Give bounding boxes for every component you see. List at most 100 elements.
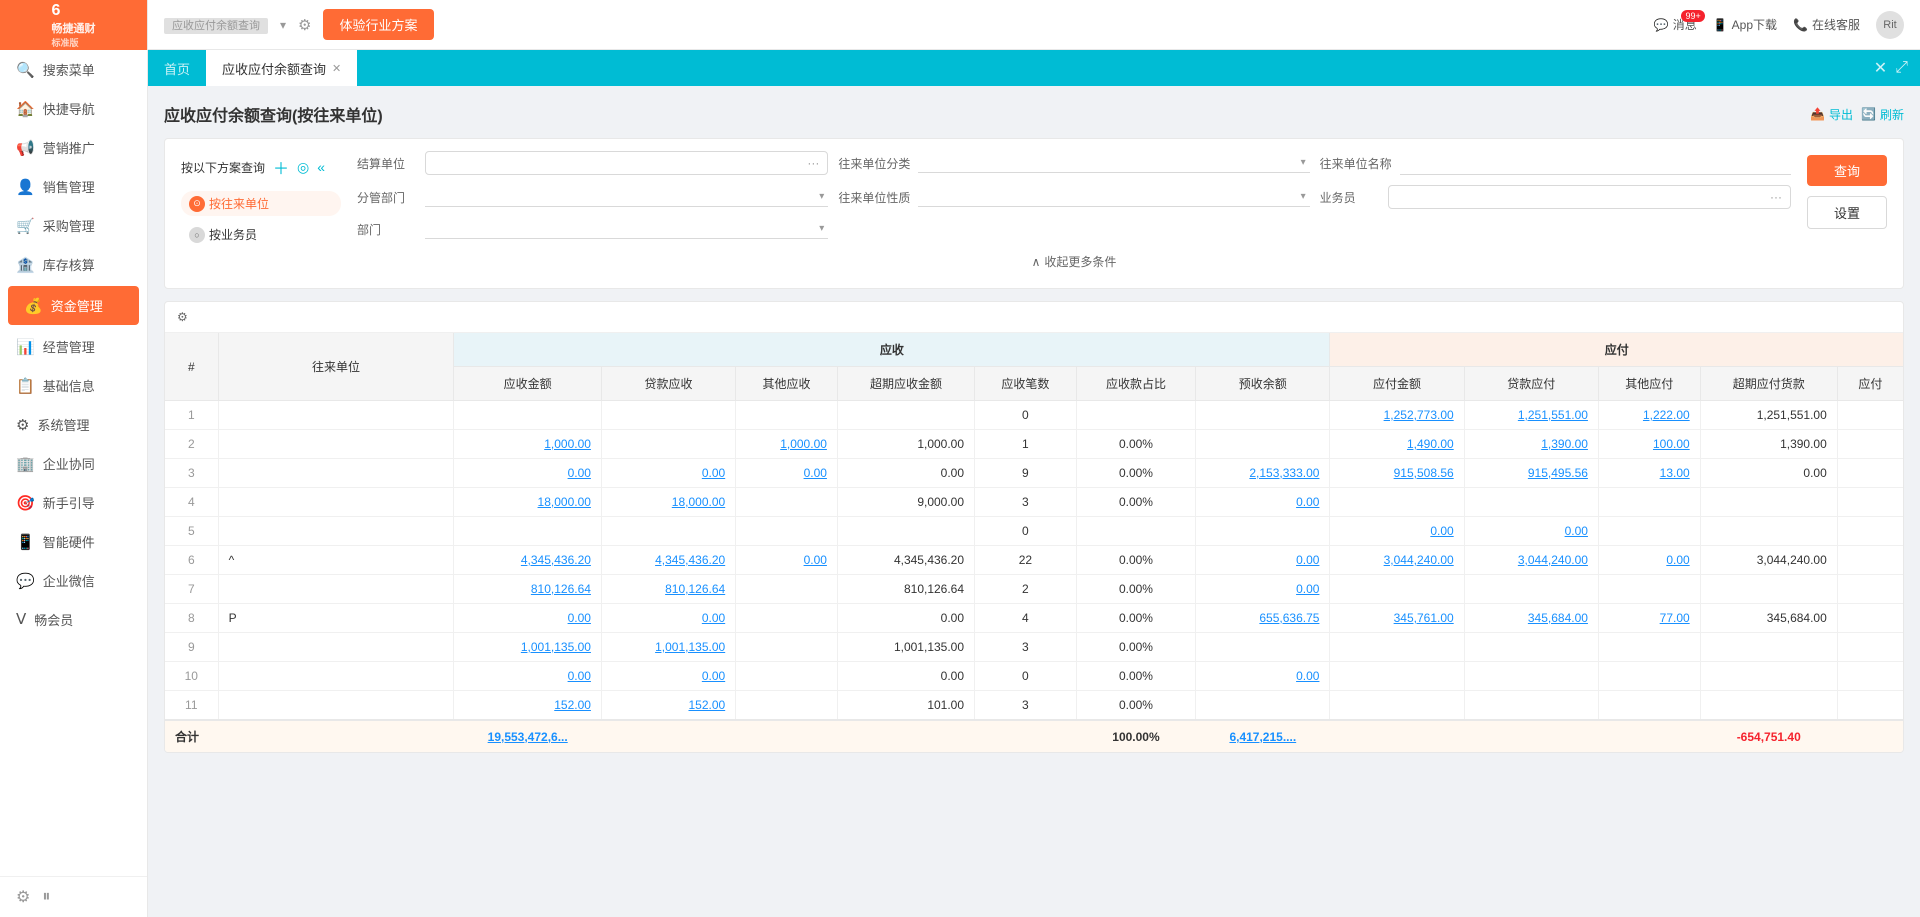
table-cell[interactable]: 152.00 [454, 691, 602, 721]
table-cell[interactable] [601, 517, 735, 546]
table-cell[interactable] [1464, 488, 1598, 517]
settings-button[interactable]: 设置 [1807, 196, 1887, 229]
filter-settings-icon[interactable]: ◎ [297, 159, 309, 176]
table-cell[interactable]: 18,000.00 [601, 488, 735, 517]
table-cell[interactable] [736, 517, 838, 546]
department-select[interactable]: ▾ [425, 219, 828, 239]
sidebar-item-inventory[interactable]: 🏦 库存核算 [0, 245, 147, 284]
user-avatar[interactable]: Rit [1876, 11, 1904, 39]
table-cell[interactable] [736, 575, 838, 604]
sidebar-item-quick-nav[interactable]: 🏠 快捷导航 [0, 89, 147, 128]
table-cell[interactable]: 0.00 [454, 604, 602, 633]
sidebar-item-member[interactable]: Ⅴ 畅会员 [0, 600, 147, 639]
table-cell[interactable] [1598, 662, 1700, 691]
table-cell[interactable]: 1,490.00 [1330, 430, 1464, 459]
table-cell[interactable]: 810,126.64 [601, 575, 735, 604]
app-download-button[interactable]: 📱 App下载 [1713, 16, 1777, 33]
sidebar-item-search-menu[interactable]: 🔍 搜索菜单 [0, 50, 147, 89]
table-cell[interactable]: 810,126.64 [454, 575, 602, 604]
salesperson-input[interactable]: ··· [1388, 185, 1791, 209]
table-cell[interactable]: 0.00 [601, 459, 735, 488]
table-cell[interactable]: 0.00 [736, 459, 838, 488]
table-cell[interactable] [736, 633, 838, 662]
messages-button[interactable]: 💬 消息 99+ [1654, 16, 1697, 33]
table-cell[interactable] [1196, 430, 1330, 459]
sidebar-item-guide[interactable]: 🎯 新手引导 [0, 483, 147, 522]
sidebar-item-corp[interactable]: 🏢 企业协同 [0, 444, 147, 483]
table-cell[interactable]: 0.00 [1196, 546, 1330, 575]
table-cell[interactable]: 345,761.00 [1330, 604, 1464, 633]
table-cell[interactable] [736, 604, 838, 633]
dept-supervisor-select[interactable]: ▾ [425, 187, 828, 207]
table-cell[interactable]: 655,636.75 [1196, 604, 1330, 633]
table-cell[interactable]: 0.00 [454, 459, 602, 488]
table-cell[interactable]: 0.00 [1598, 546, 1700, 575]
table-cell[interactable] [1598, 488, 1700, 517]
tab-close-window-icon[interactable]: ✕ [1874, 58, 1887, 78]
table-cell[interactable] [1598, 691, 1700, 721]
table-cell[interactable] [736, 691, 838, 721]
table-cell[interactable] [601, 430, 735, 459]
table-cell[interactable] [1196, 691, 1330, 721]
table-cell[interactable]: 0.00 [736, 546, 838, 575]
sidebar-item-wechat[interactable]: 💬 企业微信 [0, 561, 147, 600]
table-cell[interactable]: 1,001,135.00 [454, 633, 602, 662]
table-cell[interactable]: 345,684.00 [1464, 604, 1598, 633]
header-gear-icon[interactable]: ⚙ [298, 16, 311, 34]
table-cell[interactable]: 0.00 [1196, 575, 1330, 604]
settlement-unit-input[interactable]: ··· [425, 151, 828, 175]
filter-add-icon[interactable]: ＋ [273, 155, 289, 179]
table-cell[interactable] [1330, 662, 1464, 691]
table-cell[interactable] [601, 401, 735, 430]
sidebar-item-purchase[interactable]: 🛒 采购管理 [0, 206, 147, 245]
table-cell[interactable] [1598, 633, 1700, 662]
partner-category-select[interactable]: ▾ [918, 153, 1309, 173]
table-cell[interactable]: 1,000.00 [736, 430, 838, 459]
table-cell[interactable] [454, 401, 602, 430]
table-cell[interactable] [1330, 691, 1464, 721]
table-cell[interactable] [1330, 575, 1464, 604]
table-cell[interactable]: 915,508.56 [1330, 459, 1464, 488]
table-settings-icon[interactable]: ⚙ [177, 310, 188, 324]
table-cell[interactable]: 1,252,773.00 [1330, 401, 1464, 430]
partner-nature-select[interactable]: ▾ [918, 187, 1309, 207]
table-cell[interactable] [736, 401, 838, 430]
table-cell[interactable] [1464, 691, 1598, 721]
table-cell[interactable]: 915,495.56 [1464, 459, 1598, 488]
table-cell[interactable]: 77.00 [1598, 604, 1700, 633]
table-cell[interactable] [1330, 633, 1464, 662]
table-cell[interactable] [1464, 662, 1598, 691]
table-cell[interactable]: 4,345,436.20 [454, 546, 602, 575]
filter-mode-by-partner[interactable]: ⊙ 按往来单位 [181, 191, 341, 216]
table-cell[interactable] [1196, 517, 1330, 546]
table-cell[interactable]: 1,390.00 [1464, 430, 1598, 459]
tab-receivable-query[interactable]: 应收应付余额查询 ✕ [206, 50, 357, 86]
table-cell[interactable]: 1,000.00 [454, 430, 602, 459]
filter-collapse-left-icon[interactable]: « [317, 159, 325, 175]
table-cell[interactable]: 0.00 [601, 604, 735, 633]
table-cell[interactable]: 1,001,135.00 [601, 633, 735, 662]
customer-service-button[interactable]: 📞 在线客服 [1793, 16, 1860, 33]
sidebar-item-hardware[interactable]: 📱 智能硬件 [0, 522, 147, 561]
table-cell[interactable]: 2,153,333.00 [1196, 459, 1330, 488]
table-cell[interactable] [1196, 633, 1330, 662]
footer-settings-icon[interactable]: ⚙ [16, 887, 30, 907]
table-cell[interactable]: 0.00 [1330, 517, 1464, 546]
sidebar-item-finance[interactable]: 💰 资金管理 [8, 286, 139, 325]
tab-home[interactable]: 首页 [148, 50, 206, 86]
export-button[interactable]: 📤 导出 [1810, 106, 1853, 123]
query-button[interactable]: 查询 [1807, 155, 1887, 186]
table-cell[interactable] [736, 488, 838, 517]
table-cell[interactable]: 13.00 [1598, 459, 1700, 488]
sidebar-item-marketing[interactable]: 📢 营销推广 [0, 128, 147, 167]
table-cell[interactable] [1598, 575, 1700, 604]
table-cell[interactable]: 4,345,436.20 [601, 546, 735, 575]
sidebar-item-operations[interactable]: 📊 经营管理 [0, 327, 147, 366]
table-cell[interactable] [454, 517, 602, 546]
breadcrumb-chevron-icon[interactable]: ▾ [280, 18, 286, 32]
filter-mode-by-salesperson[interactable]: ○ 按业务员 [181, 222, 341, 247]
table-cell[interactable]: 0.00 [1464, 517, 1598, 546]
refresh-button[interactable]: 🔄 刷新 [1861, 106, 1904, 123]
sidebar-item-basic[interactable]: 📋 基础信息 [0, 366, 147, 405]
table-cell[interactable]: 3,044,240.00 [1330, 546, 1464, 575]
